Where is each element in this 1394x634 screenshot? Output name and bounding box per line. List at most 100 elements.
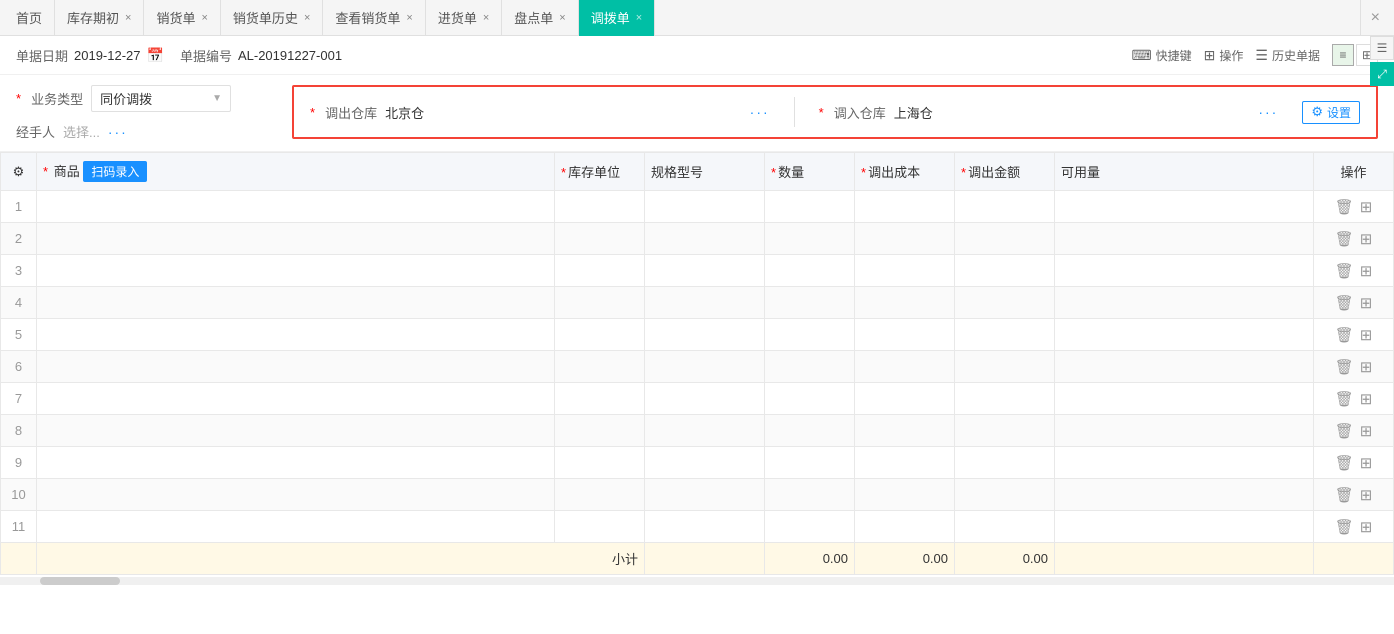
copy-row-3-icon[interactable]: ⊞ <box>1360 262 1373 280</box>
row-10-product[interactable] <box>37 479 555 511</box>
tab-inventory-check-close[interactable]: × <box>559 12 565 24</box>
row-1-amount[interactable] <box>955 191 1055 223</box>
row-2-cost[interactable] <box>855 223 955 255</box>
row-3-product[interactable] <box>37 255 555 287</box>
delete-row-2-icon[interactable]: 🗑 <box>1335 230 1354 248</box>
tab-inventory-init-close[interactable]: × <box>125 12 131 24</box>
row-11-amount[interactable] <box>955 511 1055 543</box>
tab-sales-history[interactable]: 销货单历史 × <box>221 0 323 36</box>
row-11-unit[interactable] <box>555 511 645 543</box>
copy-row-5-icon[interactable]: ⊞ <box>1360 326 1373 344</box>
row-10-cost[interactable] <box>855 479 955 511</box>
copy-row-1-icon[interactable]: ⊞ <box>1360 198 1373 216</box>
warehouse-setting-button[interactable]: ⚙ 设置 <box>1302 101 1360 124</box>
tab-home[interactable]: 首页 <box>4 0 55 36</box>
row-3-cost[interactable] <box>855 255 955 287</box>
row-8-product[interactable] <box>37 415 555 447</box>
row-4-unit[interactable] <box>555 287 645 319</box>
row-7-product[interactable] <box>37 383 555 415</box>
tab-transfer[interactable]: 调拨单 × <box>579 0 655 36</box>
delete-row-4-icon[interactable]: 🗑 <box>1335 294 1354 312</box>
row-1-unit[interactable] <box>555 191 645 223</box>
row-9-available[interactable] <box>1055 447 1314 479</box>
row-6-cost[interactable] <box>855 351 955 383</box>
row-11-available[interactable] <box>1055 511 1314 543</box>
copy-row-6-icon[interactable]: ⊞ <box>1360 358 1373 376</box>
out-warehouse-more-button[interactable]: ··· <box>750 104 770 120</box>
copy-row-8-icon[interactable]: ⊞ <box>1360 422 1373 440</box>
delete-row-9-icon[interactable]: 🗑 <box>1335 454 1354 472</box>
operations-button[interactable]: ⊞ 操作 <box>1204 47 1244 64</box>
tab-view-sales-close[interactable]: × <box>406 12 412 24</box>
person-placeholder[interactable]: 选择... <box>63 122 100 141</box>
tab-sales-order[interactable]: 销货单 × <box>144 0 220 36</box>
copy-row-11-icon[interactable]: ⊞ <box>1360 518 1373 536</box>
tab-purchase-order[interactable]: 进货单 × <box>426 0 502 36</box>
row-3-available[interactable] <box>1055 255 1314 287</box>
row-8-available[interactable] <box>1055 415 1314 447</box>
row-2-product[interactable] <box>37 223 555 255</box>
row-5-cost[interactable] <box>855 319 955 351</box>
row-6-unit[interactable] <box>555 351 645 383</box>
row-1-available[interactable] <box>1055 191 1314 223</box>
row-2-unit[interactable] <box>555 223 645 255</box>
row-6-available[interactable] <box>1055 351 1314 383</box>
row-4-cost[interactable] <box>855 287 955 319</box>
layout-list-button[interactable]: ≡ <box>1332 44 1354 66</box>
row-11-cost[interactable] <box>855 511 955 543</box>
tab-sales-history-close[interactable]: × <box>304 12 310 24</box>
scan-button[interactable]: 扫码录入 <box>83 161 147 182</box>
delete-row-3-icon[interactable]: 🗑 <box>1335 262 1354 280</box>
tab-inventory-init[interactable]: 库存期初 × <box>55 0 144 36</box>
row-3-amount[interactable] <box>955 255 1055 287</box>
tab-view-sales[interactable]: 查看销货单 × <box>323 0 425 36</box>
row-11-product[interactable] <box>37 511 555 543</box>
row-5-amount[interactable] <box>955 319 1055 351</box>
tab-inventory-check[interactable]: 盘点单 × <box>502 0 578 36</box>
row-6-product[interactable] <box>37 351 555 383</box>
row-8-spec[interactable] <box>645 415 765 447</box>
row-10-amount[interactable] <box>955 479 1055 511</box>
row-7-qty[interactable] <box>765 383 855 415</box>
row-8-amount[interactable] <box>955 415 1055 447</box>
table-scrollbar[interactable] <box>0 577 1394 585</box>
right-panel-list-btn[interactable]: ☰ <box>1370 36 1394 60</box>
row-5-spec[interactable] <box>645 319 765 351</box>
row-9-unit[interactable] <box>555 447 645 479</box>
row-4-available[interactable] <box>1055 287 1314 319</box>
row-2-spec[interactable] <box>645 223 765 255</box>
row-6-amount[interactable] <box>955 351 1055 383</box>
row-9-qty[interactable] <box>765 447 855 479</box>
row-8-unit[interactable] <box>555 415 645 447</box>
row-10-spec[interactable] <box>645 479 765 511</box>
copy-row-2-icon[interactable]: ⊞ <box>1360 230 1373 248</box>
row-10-unit[interactable] <box>555 479 645 511</box>
row-4-spec[interactable] <box>645 287 765 319</box>
in-warehouse-more-button[interactable]: ··· <box>1258 104 1278 120</box>
delete-row-11-icon[interactable]: 🗑 <box>1335 518 1354 536</box>
row-7-unit[interactable] <box>555 383 645 415</box>
delete-row-5-icon[interactable]: 🗑 <box>1335 326 1354 344</box>
row-7-available[interactable] <box>1055 383 1314 415</box>
row-1-qty[interactable] <box>765 191 855 223</box>
person-more-button[interactable]: ··· <box>108 124 128 140</box>
row-7-cost[interactable] <box>855 383 955 415</box>
delete-row-1-icon[interactable]: 🗑 <box>1335 198 1354 216</box>
delete-row-8-icon[interactable]: 🗑 <box>1335 422 1354 440</box>
row-3-qty[interactable] <box>765 255 855 287</box>
row-3-unit[interactable] <box>555 255 645 287</box>
row-2-amount[interactable] <box>955 223 1055 255</box>
copy-row-9-icon[interactable]: ⊞ <box>1360 454 1373 472</box>
tab-sales-order-close[interactable]: × <box>201 12 207 24</box>
row-9-product[interactable] <box>37 447 555 479</box>
row-5-available[interactable] <box>1055 319 1314 351</box>
row-6-qty[interactable] <box>765 351 855 383</box>
row-1-product[interactable] <box>37 191 555 223</box>
row-1-spec[interactable] <box>645 191 765 223</box>
history-button[interactable]: ☰ 历史单据 <box>1255 47 1320 64</box>
row-10-qty[interactable] <box>765 479 855 511</box>
calendar-icon[interactable]: 📅 <box>147 47 164 64</box>
delete-row-7-icon[interactable]: 🗑 <box>1335 390 1354 408</box>
close-all-tabs-button[interactable]: × <box>1360 0 1390 36</box>
right-panel-expand-btn[interactable]: ⤢ <box>1370 62 1394 86</box>
